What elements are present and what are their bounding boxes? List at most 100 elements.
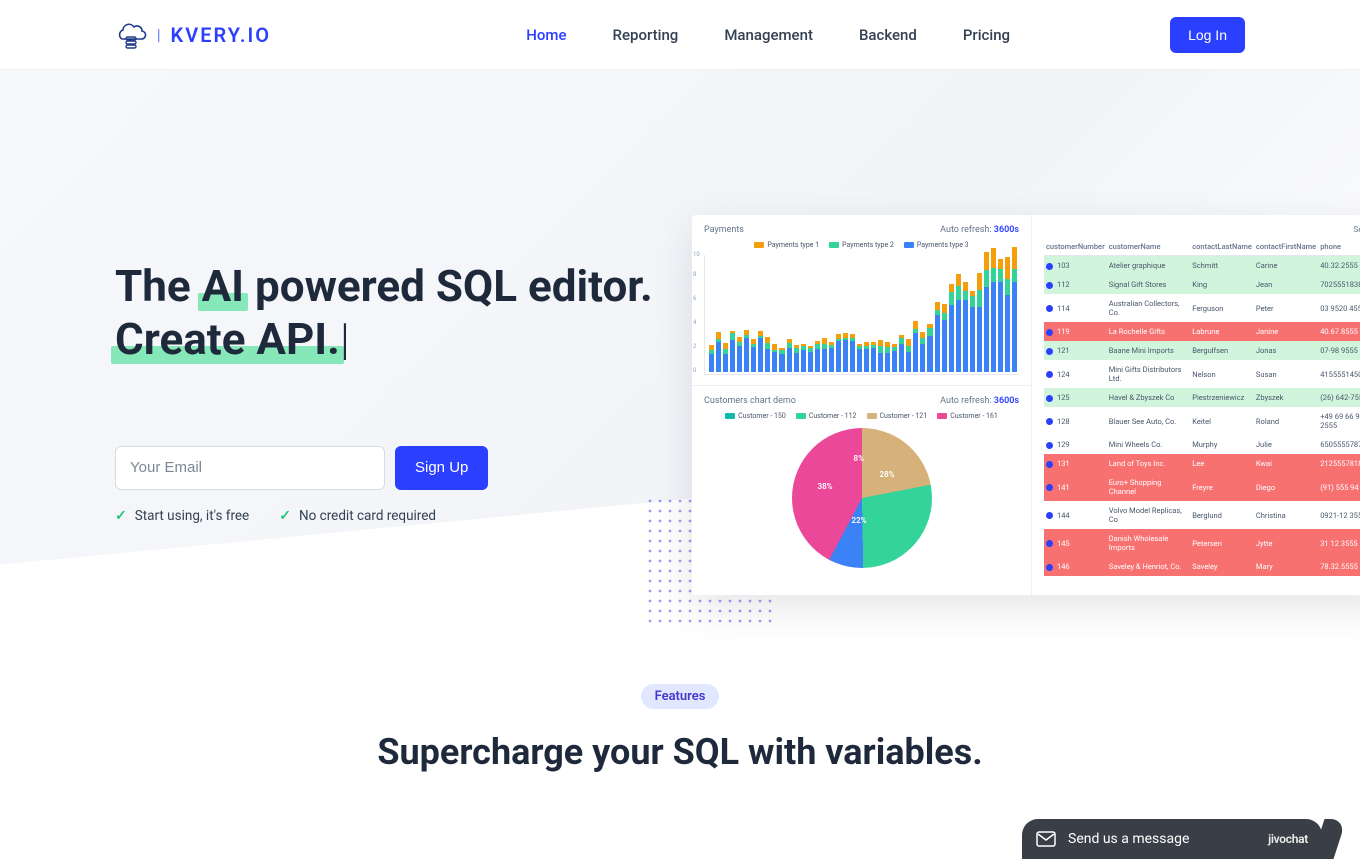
signup-button[interactable]: Sign Up [395, 446, 488, 490]
table-cell: 144 [1044, 501, 1107, 529]
table-row[interactable]: 128Blauer See Auto, Co.KeitelRoland+49 6… [1044, 407, 1360, 435]
table-cell: 124 [1044, 360, 1107, 388]
table-cell: Murphy [1190, 435, 1254, 454]
dashboard-preview: Payments Auto refresh: 3600s Payments ty… [692, 215, 1360, 595]
table-cell: Saveley [1190, 557, 1254, 576]
table-cell: Bergulfsen [1190, 341, 1254, 360]
pie-chart: 22%28%8%38% [704, 428, 1019, 568]
table-cell: Havel & Zbyszek Co [1107, 388, 1191, 407]
table-cell: 114 [1044, 294, 1107, 322]
table-cell: 0921-12 3555 [1318, 501, 1360, 529]
table-cell: Signal Gift Stores [1107, 275, 1191, 294]
table-cell: 129 [1044, 435, 1107, 454]
table-cell: Jonas [1254, 341, 1318, 360]
table-header[interactable]: contactLastName [1190, 238, 1254, 256]
table-cell: Schmitt [1190, 256, 1254, 276]
navbar: | KVERY.IO Home Reporting Management Bac… [0, 0, 1360, 70]
table-cell: Freyre [1190, 473, 1254, 501]
table-cell: Keitel [1190, 407, 1254, 435]
table-cell: 141 [1044, 473, 1107, 501]
table-cell: Roland [1254, 407, 1318, 435]
table-cell: 40.67.8555 [1318, 322, 1360, 341]
table-cell: 78.32.5555 [1318, 557, 1360, 576]
table-row[interactable]: 145Danish Wholesale ImportsPetersenJytte… [1044, 529, 1360, 557]
table-cell: Atelier graphique [1107, 256, 1191, 276]
table-row[interactable]: 129Mini Wheels Co.MurphyJulie6505555787 [1044, 435, 1360, 454]
hero-highlight-api: Create API. [115, 313, 340, 366]
table-row[interactable]: 121Baane Mini ImportsBergulfsenJonas07-9… [1044, 341, 1360, 360]
table-cell: Christina [1254, 501, 1318, 529]
table-cell: (26) 642-7555 [1318, 388, 1360, 407]
chat-widget[interactable]: Send us a message jivochat [1022, 819, 1322, 859]
nav-home[interactable]: Home [526, 26, 566, 44]
table-cell: Labrune [1190, 322, 1254, 341]
table-cell: 40.32.2555 [1318, 256, 1360, 276]
preview-left-column: Payments Auto refresh: 3600s Payments ty… [692, 215, 1032, 595]
nav-links: Home Reporting Management Backend Pricin… [526, 26, 1010, 44]
table-row[interactable]: 131Land of Toys Inc.LeeKwai2125557818 [1044, 454, 1360, 473]
pie-legend: Customer - 150 Customer - 112 Customer -… [704, 412, 1019, 420]
table-header[interactable]: contactFirstName [1254, 238, 1318, 256]
table-header[interactable]: customerName [1107, 238, 1191, 256]
table-cell: Land of Toys Inc. [1107, 454, 1191, 473]
table-cell: Julie [1254, 435, 1318, 454]
table-cell: La Rochelle Gifts [1107, 322, 1191, 341]
logo[interactable]: | KVERY.IO [115, 20, 271, 50]
table-row[interactable]: 146Saveley & Henriot, Co.SaveleyMary78.3… [1044, 557, 1360, 576]
table-row[interactable]: 141Euro+ Shopping ChannelFreyreDiego(91)… [1044, 473, 1360, 501]
features-heading: Supercharge your SQL with variables. [0, 731, 1360, 773]
table-cell: +49 69 66 90 2555 [1318, 407, 1360, 435]
auto-refresh: Auto refresh: 3600s [940, 396, 1019, 406]
table-cell: Volvo Model Replicas, Co [1107, 501, 1191, 529]
table-cell: 4155551450 [1318, 360, 1360, 388]
check-icon: ✓ [115, 508, 127, 524]
table-cell: Kwai [1254, 454, 1318, 473]
table-cell: Ferguson [1190, 294, 1254, 322]
table-cell: Lee [1190, 454, 1254, 473]
panel-title: Payments [704, 225, 744, 235]
table-row[interactable]: 144Volvo Model Replicas, CoBerglundChris… [1044, 501, 1360, 529]
table-cell: King [1190, 275, 1254, 294]
table-cell: Berglund [1190, 501, 1254, 529]
hero-highlight-ai: AI [202, 260, 244, 313]
table-cell: Jytte [1254, 529, 1318, 557]
mail-icon [1036, 831, 1056, 847]
nav-management[interactable]: Management [724, 26, 813, 44]
login-button[interactable]: Log In [1170, 17, 1245, 53]
email-field[interactable] [115, 446, 385, 490]
table-cell: 07-98 9555 [1318, 341, 1360, 360]
check-icon: ✓ [279, 508, 291, 524]
hero: The AI powered SQL editor. Create API.| … [0, 70, 1360, 564]
table-cell: 2125557818 [1318, 454, 1360, 473]
table-row[interactable]: 124Mini Gifts Distributors Ltd.NelsonSus… [1044, 360, 1360, 388]
table-cell: Diego [1254, 473, 1318, 501]
table-cell: 7025551838 [1318, 275, 1360, 294]
table-cell: 6505555787 [1318, 435, 1360, 454]
table-header[interactable]: phone [1318, 238, 1360, 256]
table-header-row: customerNumbercustomerNamecontactLastNam… [1044, 238, 1360, 256]
nav-backend[interactable]: Backend [859, 26, 917, 44]
table-search: Search: [1044, 225, 1360, 234]
table-cell: Australian Collectors, Co. [1107, 294, 1191, 322]
table-cell: 125 [1044, 388, 1107, 407]
table-cell: 112 [1044, 275, 1107, 294]
table-row[interactable]: 103Atelier graphiqueSchmittCarine40.32.2… [1044, 256, 1360, 276]
table-row[interactable]: 114Australian Collectors, Co.FergusonPet… [1044, 294, 1360, 322]
table-cell: Piestrzeniewicz [1190, 388, 1254, 407]
table-cell: 103 [1044, 256, 1107, 276]
table-cell: Susan [1254, 360, 1318, 388]
nav-reporting[interactable]: Reporting [613, 26, 679, 44]
customers-table: customerNumbercustomerNamecontactLastNam… [1044, 238, 1360, 576]
table-cell: Baane Mini Imports [1107, 341, 1191, 360]
table-cell: Blauer See Auto, Co. [1107, 407, 1191, 435]
table-row[interactable]: 112Signal Gift StoresKingJean7025551838 [1044, 275, 1360, 294]
typing-cursor: | [340, 313, 350, 365]
nav-pricing[interactable]: Pricing [963, 26, 1010, 44]
table-cell: 31 12 3555 [1318, 529, 1360, 557]
table-row[interactable]: 125Havel & Zbyszek CoPiestrzeniewiczZbys… [1044, 388, 1360, 407]
table-cell: Petersen [1190, 529, 1254, 557]
table-cell: 128 [1044, 407, 1107, 435]
table-header[interactable]: customerNumber [1044, 238, 1107, 256]
table-cell: Peter [1254, 294, 1318, 322]
table-row[interactable]: 119La Rochelle GiftsLabruneJanine40.67.8… [1044, 322, 1360, 341]
